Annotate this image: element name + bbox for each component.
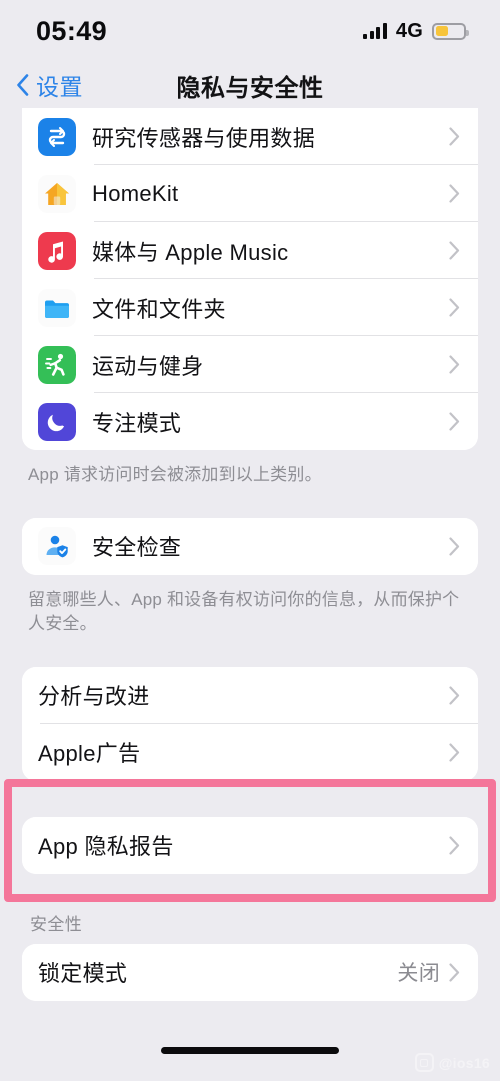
table-row[interactable]: App 隐私报告 — [22, 817, 478, 874]
chevron-right-icon — [449, 743, 460, 762]
homekit-icon — [38, 175, 76, 213]
row-label: App 隐私报告 — [38, 829, 449, 861]
battery-low-power-icon — [432, 23, 466, 40]
row-label: 运动与健身 — [92, 349, 449, 381]
chevron-right-icon — [449, 127, 460, 146]
group-safety-check: 安全检查 — [22, 518, 478, 575]
chevron-right-icon — [449, 355, 460, 374]
table-row[interactable]: 锁定模式 关闭 — [22, 944, 478, 1001]
row-label: 安全检查 — [92, 530, 449, 562]
row-label: Apple广告 — [38, 736, 449, 768]
section-security: 安全性 锁定模式 关闭 — [0, 910, 500, 1001]
chevron-right-icon — [449, 184, 460, 203]
row-value: 关闭 — [397, 957, 440, 987]
back-button[interactable]: 设置 — [0, 68, 83, 102]
cellular-bars-icon — [363, 23, 387, 39]
group-footnote: 留意哪些人、App 和设备有权访问你的信息，从而保护个人安全。 — [28, 588, 472, 637]
row-label: 研究传感器与使用数据 — [92, 121, 449, 153]
table-row[interactable]: 研究传感器与使用数据 — [22, 108, 478, 165]
watermark-text: @ios16 — [439, 1055, 490, 1071]
app-square-icon — [415, 1053, 434, 1072]
table-row[interactable]: Apple广告 — [22, 724, 478, 781]
table-row[interactable]: 运动与健身 — [22, 336, 478, 393]
home-indicator-bar[interactable] — [161, 1047, 339, 1054]
row-label: HomeKit — [92, 181, 449, 207]
apple-music-icon — [38, 232, 76, 270]
table-row[interactable]: HomeKit — [22, 165, 478, 222]
safety-check-person-shield-icon — [38, 527, 76, 565]
table-row[interactable]: 专注模式 — [22, 393, 478, 450]
table-row[interactable]: 媒体与 Apple Music — [22, 222, 478, 279]
group-permission-categories: 研究传感器与使用数据 HomeKit — [22, 108, 478, 450]
chevron-left-icon — [16, 74, 29, 96]
chevron-right-icon — [449, 836, 460, 855]
group-lockdown-mode: 锁定模式 关闭 — [22, 944, 478, 1001]
group-footnote: App 请求访问时会被添加到以上类别。 — [28, 463, 472, 488]
files-folder-icon — [38, 289, 76, 327]
chevron-right-icon — [449, 241, 460, 260]
chevron-right-icon — [449, 537, 460, 556]
chevron-right-icon — [449, 412, 460, 431]
fitness-runner-icon — [38, 346, 76, 384]
status-indicators: 4G — [363, 20, 466, 43]
focus-moon-icon — [38, 403, 76, 441]
row-label: 锁定模式 — [38, 956, 397, 988]
phone-screen: 05:49 4G 设置 隐私与安全性 — [0, 0, 500, 1081]
navigation-bar: 设置 隐私与安全性 — [0, 62, 500, 108]
chevron-right-icon — [449, 298, 460, 317]
table-row[interactable]: 文件和文件夹 — [22, 279, 478, 336]
section-header-security: 安全性 — [30, 910, 500, 935]
group-analytics-advertising: 分析与改进 Apple广告 — [22, 667, 478, 781]
row-label: 文件和文件夹 — [92, 292, 449, 324]
status-time: 05:49 — [36, 16, 107, 47]
back-button-label: 设置 — [36, 68, 83, 102]
table-row[interactable]: 安全检查 — [22, 518, 478, 575]
chevron-right-icon — [449, 686, 460, 705]
group-app-privacy-report: App 隐私报告 — [22, 817, 478, 874]
chevron-right-icon — [449, 963, 460, 982]
row-label: 分析与改进 — [38, 679, 449, 711]
table-row[interactable]: 分析与改进 — [22, 667, 478, 724]
row-label: 专注模式 — [92, 406, 449, 438]
row-label: 媒体与 Apple Music — [92, 235, 449, 267]
research-sensor-icon — [38, 118, 76, 156]
status-bar: 05:49 4G — [0, 0, 500, 62]
settings-scroll-view[interactable]: 研究传感器与使用数据 HomeKit — [0, 108, 500, 1081]
network-type-label: 4G — [396, 20, 423, 43]
watermark: @ios16 — [415, 1053, 490, 1072]
